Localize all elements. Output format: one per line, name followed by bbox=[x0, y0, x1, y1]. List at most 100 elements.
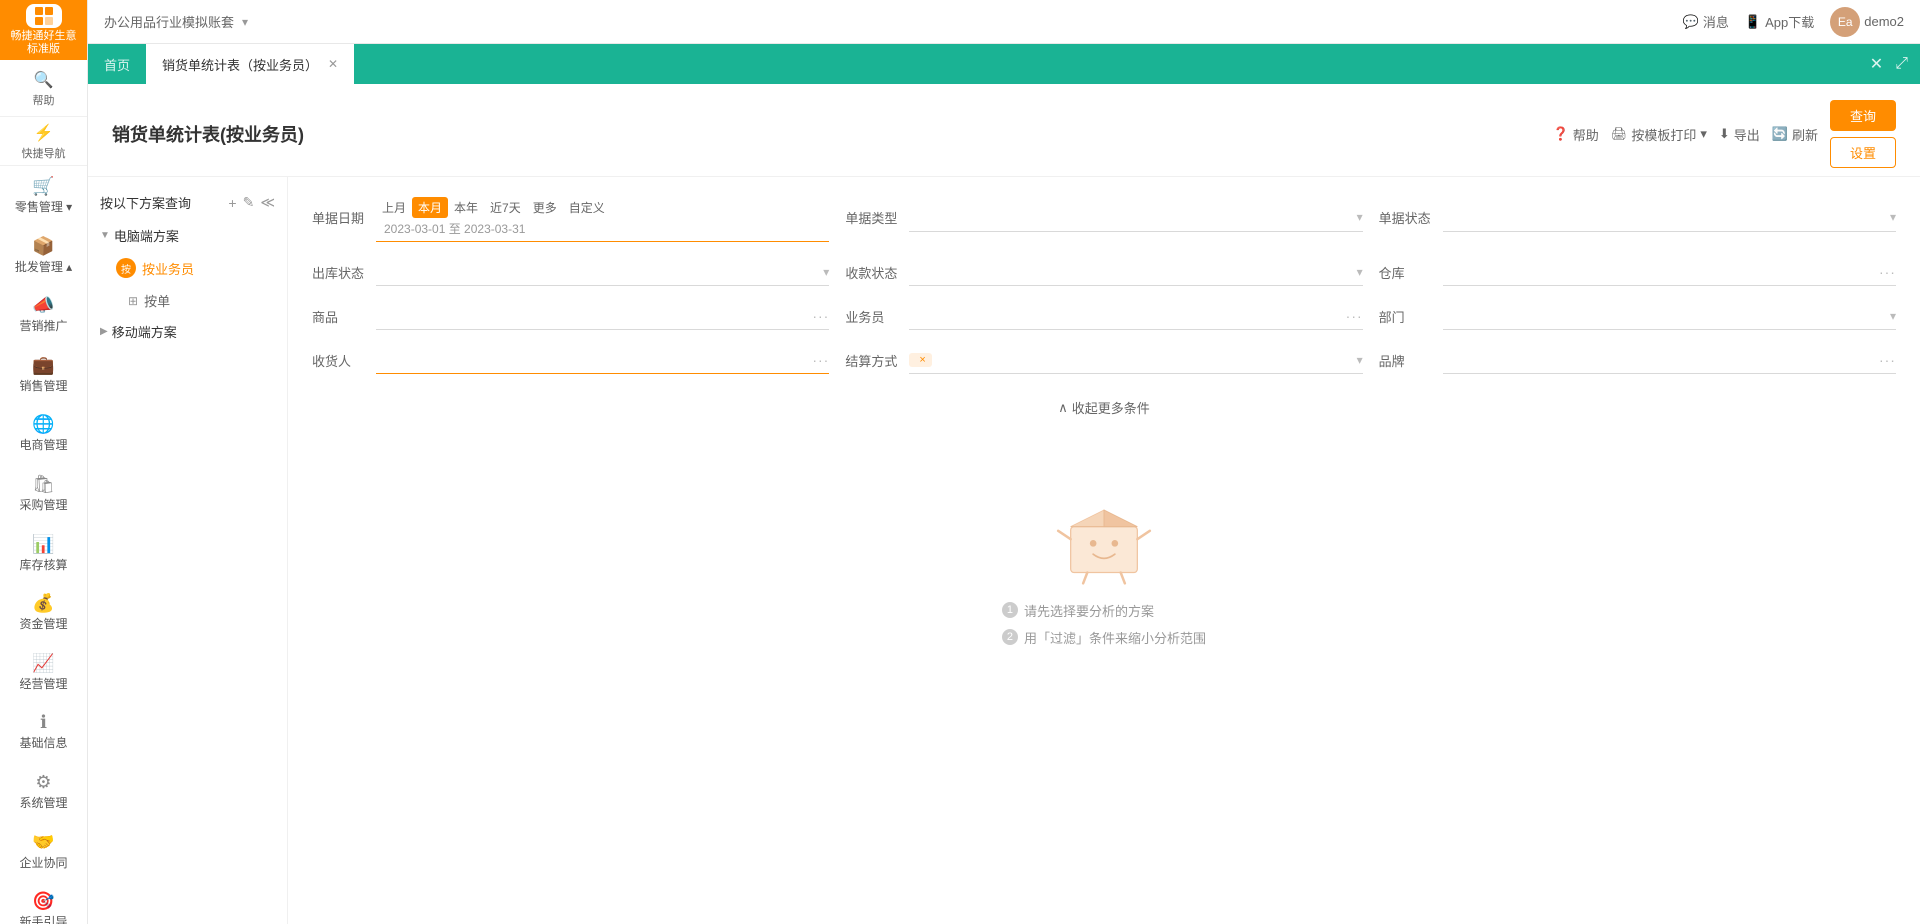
scheme-sub-by-order[interactable]: ⊞ 按单 bbox=[88, 285, 287, 316]
consignee-control[interactable]: ··· bbox=[376, 346, 829, 374]
sidebar-item-system[interactable]: ⚙ 系统管理 bbox=[0, 762, 87, 822]
sidebar-item-sales[interactable]: 💼 销售管理 bbox=[0, 345, 87, 405]
tip-text-2: 用「过滤」条件来缩小分析范围 bbox=[1024, 628, 1206, 647]
tip-num-2: 2 bbox=[1002, 629, 1018, 645]
help-action[interactable]: ❓ 帮助 bbox=[1553, 125, 1599, 144]
app-logo[interactable]: 畅捷通好生意标准版 bbox=[0, 0, 87, 60]
print-dropdown-icon[interactable]: ▾ bbox=[1700, 126, 1707, 142]
quick-nav-label: 快捷导航 bbox=[22, 145, 66, 161]
main-area: 办公用品行业模拟账套 ▾ 💬 消息 📱 App下载 Ea demo2 首页 bbox=[88, 0, 1920, 924]
app-download-action[interactable]: 📱 App下载 bbox=[1745, 12, 1814, 31]
topbar-dropdown-icon[interactable]: ▾ bbox=[242, 15, 248, 29]
date-tab-last-7days[interactable]: 近7天 bbox=[484, 197, 527, 218]
scheme-group-mobile-header[interactable]: ▶ 移动端方案 bbox=[88, 316, 287, 347]
setting-button[interactable]: 设置 bbox=[1830, 137, 1896, 168]
empty-state-tips: 1 请先选择要分析的方案 2 用「过滤」条件来缩小分析范围 bbox=[1002, 601, 1206, 647]
query-button[interactable]: 查询 bbox=[1830, 100, 1896, 131]
brand-control[interactable]: ··· bbox=[1443, 346, 1896, 374]
tab-sales-stats[interactable]: 销货单统计表（按业务员） ✕ bbox=[146, 44, 354, 84]
filter-item-settlement: 结算方式 × ▾ bbox=[845, 346, 1362, 374]
export-action[interactable]: ⬇ 导出 bbox=[1719, 125, 1760, 144]
finance-icon: 💰 bbox=[32, 593, 54, 614]
dept-label: 部门 bbox=[1379, 307, 1435, 326]
sidebar-item-wholesale[interactable]: 📦 批发管理 ▴ bbox=[0, 226, 87, 286]
date-tab-custom[interactable]: 自定义 bbox=[563, 197, 611, 218]
tab-home-label: 首页 bbox=[104, 55, 130, 74]
sidebar-item-ops[interactable]: 📈 经营管理 bbox=[0, 643, 87, 703]
user-profile[interactable]: Ea demo2 bbox=[1830, 7, 1904, 37]
product-label: 商品 bbox=[312, 307, 368, 326]
avatar[interactable]: Ea bbox=[1830, 7, 1860, 37]
tab-fullscreen-button[interactable]: ⤢ bbox=[1891, 51, 1912, 77]
logo-text: 畅捷通好生意标准版 bbox=[11, 30, 77, 56]
sidebar-item-ecommerce-label: 电商管理 bbox=[19, 438, 67, 454]
sidebar-item-newbie[interactable]: 🎯 新手引导 bbox=[0, 881, 87, 924]
desktop-arrow-icon: ▼ bbox=[100, 230, 110, 241]
date-control[interactable]: 上月 本月 本年 近7天 更多 自定义 2023-03-01 至 2023-03… bbox=[376, 193, 829, 242]
staff-control[interactable]: ··· bbox=[909, 302, 1362, 330]
doc-status-control[interactable]: ▾ bbox=[1443, 204, 1896, 232]
warehouse-control[interactable]: ··· bbox=[1443, 258, 1896, 286]
page-header: 销货单统计表(按业务员) ❓ 帮助 🖨 按模板打印 ▾ ⬇ 导出 🔄 刷新 bbox=[88, 84, 1920, 177]
sidebar-item-finance[interactable]: 💰 资金管理 bbox=[0, 583, 87, 643]
scheme-group-mobile: ▶ 移动端方案 bbox=[88, 316, 287, 347]
refresh-action[interactable]: 🔄 刷新 bbox=[1772, 125, 1818, 144]
corp-icon: 🤝 bbox=[32, 832, 54, 853]
date-range-value: 2023-03-01 至 2023-03-31 bbox=[384, 222, 525, 236]
receipt-status-control[interactable]: ▾ bbox=[909, 258, 1362, 286]
quick-nav[interactable]: ⚡ 快捷导航 bbox=[0, 117, 87, 166]
sidebar-item-inventory[interactable]: 📊 库存核算 bbox=[0, 524, 87, 584]
avatar-text: Ea bbox=[1838, 15, 1853, 29]
consignee-dots: ··· bbox=[812, 352, 829, 368]
sidebar-item-purchase[interactable]: 🛍 采购管理 bbox=[0, 464, 87, 524]
left-panel: 按以下方案查询 + ✎ ≪ ▼ 电脑端方案 按 bbox=[88, 177, 288, 924]
sidebar-item-retail[interactable]: 🛒 零售管理 ▾ bbox=[0, 166, 87, 226]
doc-type-control[interactable]: ▾ bbox=[909, 204, 1362, 232]
sidebar-item-basic[interactable]: ℹ 基础信息 bbox=[0, 702, 87, 762]
product-control[interactable]: ··· bbox=[376, 302, 829, 330]
filter-item-date: 单据日期 上月 本月 本年 近7天 更多 自定义 2023- bbox=[312, 193, 829, 242]
refresh-icon: 🔄 bbox=[1772, 126, 1788, 142]
print-action[interactable]: 🖨 按模板打印 ▾ bbox=[1611, 125, 1707, 144]
add-scheme-icon[interactable]: + bbox=[228, 195, 236, 211]
sidebar-item-system-label: 系统管理 bbox=[19, 796, 67, 812]
settlement-tag-close[interactable]: × bbox=[919, 354, 925, 366]
basic-icon: ℹ bbox=[40, 712, 47, 733]
out-status-label: 出库状态 bbox=[312, 263, 368, 282]
sidebar-item-marketing[interactable]: 📣 营销推广 bbox=[0, 285, 87, 345]
collapse-panel-icon[interactable]: ≪ bbox=[260, 194, 275, 211]
out-status-control[interactable]: ▾ bbox=[376, 258, 829, 286]
message-label: 消息 bbox=[1703, 12, 1729, 31]
product-dots: ··· bbox=[812, 308, 829, 324]
sidebar-item-corp[interactable]: 🤝 企业协同 bbox=[0, 822, 87, 882]
dept-control[interactable]: ▾ bbox=[1443, 302, 1896, 330]
system-icon: ⚙ bbox=[35, 772, 51, 793]
sidebar-item-corp-label: 企业协同 bbox=[19, 856, 67, 872]
edit-scheme-icon[interactable]: ✎ bbox=[243, 194, 255, 211]
brand-dots: ··· bbox=[1879, 352, 1896, 368]
scheme-item-by-staff[interactable]: 按 按业务员 bbox=[88, 251, 287, 285]
date-tab-more[interactable]: 更多 bbox=[527, 197, 563, 218]
warehouse-dots: ··· bbox=[1879, 264, 1896, 280]
date-tab-last-month[interactable]: 上月 bbox=[376, 197, 412, 218]
doc-type-label: 单据类型 bbox=[845, 208, 901, 227]
topbar-right: 💬 消息 📱 App下载 Ea demo2 bbox=[1683, 7, 1904, 37]
tab-home[interactable]: 首页 bbox=[88, 44, 146, 84]
empty-state-illustration bbox=[1054, 485, 1154, 585]
tab-close-icon[interactable]: ✕ bbox=[328, 57, 338, 71]
date-tab-this-year[interactable]: 本年 bbox=[448, 197, 484, 218]
sidebar-item-retail-label: 零售管理 ▾ bbox=[15, 200, 72, 216]
search-menu[interactable]: 🔍 帮助 bbox=[0, 60, 87, 117]
sidebar-item-ecommerce[interactable]: 🌐 电商管理 bbox=[0, 404, 87, 464]
date-tab-this-month[interactable]: 本月 bbox=[412, 197, 448, 218]
tab-close-all-button[interactable]: ✕ bbox=[1866, 50, 1887, 78]
scheme-group-desktop-header[interactable]: ▼ 电脑端方案 bbox=[88, 220, 287, 251]
collapse-bar[interactable]: ∧ 收起更多条件 bbox=[312, 390, 1896, 425]
refresh-label: 刷新 bbox=[1792, 125, 1818, 144]
doc-type-dropdown-icon: ▾ bbox=[1357, 210, 1363, 224]
empty-tip-1: 1 请先选择要分析的方案 bbox=[1002, 601, 1206, 620]
sidebar-item-purchase-label: 采购管理 bbox=[19, 498, 67, 514]
message-action[interactable]: 💬 消息 bbox=[1683, 12, 1729, 31]
settlement-control[interactable]: × ▾ bbox=[909, 346, 1362, 374]
filter-item-consignee: 收货人 ··· bbox=[312, 346, 829, 374]
